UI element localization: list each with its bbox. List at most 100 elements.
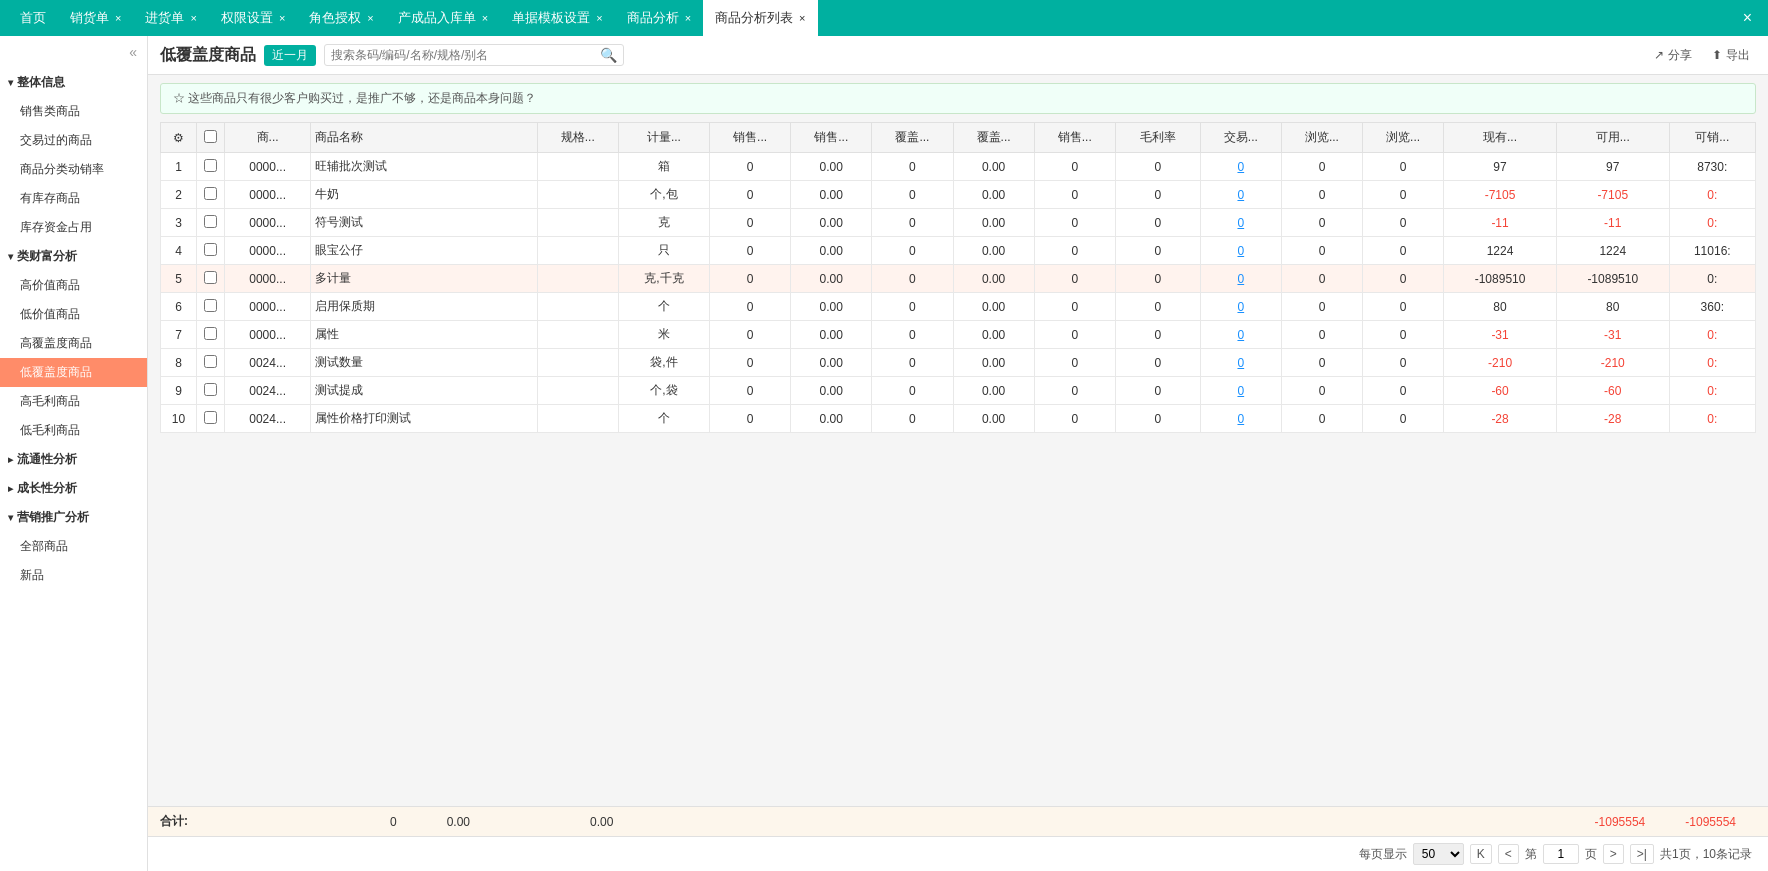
sidebar-section-wealth[interactable]: ▾ 类财富分析 <box>0 242 147 271</box>
sidebar-item-low-margin[interactable]: 低毛利商品 <box>0 416 147 445</box>
nav-product-analysis[interactable]: 商品分析 × <box>615 0 703 36</box>
sidebar-item-category-rate[interactable]: 商品分类动销率 <box>0 155 147 184</box>
row-checkbox[interactable] <box>197 349 225 377</box>
browse-link[interactable]: 0 <box>1237 356 1244 370</box>
sidebar-section-marketing[interactable]: ▾ 营销推广分析 <box>0 503 147 532</box>
browse-link[interactable]: 0 <box>1237 272 1244 286</box>
name-column-header[interactable]: 商品名称 <box>311 123 537 153</box>
spec-column-header[interactable]: 规格... <box>537 123 618 153</box>
footer-avail: -1095554 <box>1665 815 1756 829</box>
gross-column-header[interactable]: 毛利率 <box>1115 123 1200 153</box>
row-checkbox[interactable] <box>197 181 225 209</box>
nav-template-settings[interactable]: 单据模板设置 × <box>500 0 614 36</box>
row-sales2: 0.00 <box>791 209 872 237</box>
sidebar-item-all-goods[interactable]: 全部商品 <box>0 532 147 561</box>
nav-close-sales[interactable]: × <box>115 0 121 36</box>
nav-finished-goods[interactable]: 产成品入库单 × <box>386 0 500 36</box>
sidebar-item-new-goods[interactable]: 新品 <box>0 561 147 590</box>
sidebar-item-high-value[interactable]: 高价值商品 <box>0 271 147 300</box>
row-trade: 0 <box>1200 377 1281 405</box>
sellable-column-header[interactable]: 可销... <box>1669 123 1755 153</box>
sidebar-item-inventory-goods[interactable]: 有库存商品 <box>0 184 147 213</box>
browse-link[interactable]: 0 <box>1237 384 1244 398</box>
first-page-button[interactable]: K <box>1470 844 1492 864</box>
sidebar-item-low-value[interactable]: 低价值商品 <box>0 300 147 329</box>
browse1-column-header[interactable]: 浏览... <box>1281 123 1362 153</box>
row-checkbox[interactable] <box>197 321 225 349</box>
prev-page-button[interactable]: < <box>1498 844 1519 864</box>
code-column-header[interactable]: 商... <box>225 123 311 153</box>
next-page-button[interactable]: > <box>1603 844 1624 864</box>
row-browse1: 0 <box>1281 265 1362 293</box>
nav-home[interactable]: 首页 <box>8 0 58 36</box>
nav-close-permissions[interactable]: × <box>279 0 285 36</box>
time-filter-button[interactable]: 近一月 <box>264 45 316 66</box>
row-sellable: 0: <box>1669 209 1755 237</box>
row-checkbox[interactable] <box>197 237 225 265</box>
nav-permissions[interactable]: 权限设置 × <box>209 0 297 36</box>
sidebar-collapse-button[interactable]: « <box>125 40 141 64</box>
nav-close-role[interactable]: × <box>367 0 373 36</box>
row-spec <box>537 265 618 293</box>
trade-column-header[interactable]: 交易... <box>1200 123 1281 153</box>
row-checkbox[interactable] <box>197 209 225 237</box>
header-actions: ↗ 分享 ⬆ 导出 <box>1648 45 1756 66</box>
sidebar-item-sales-goods[interactable]: 销售类商品 <box>0 97 147 126</box>
export-button[interactable]: ⬆ 导出 <box>1706 45 1756 66</box>
page-input[interactable] <box>1543 844 1579 864</box>
sidebar-item-traded-goods[interactable]: 交易过的商品 <box>0 126 147 155</box>
sidebar-item-low-coverage[interactable]: 低覆盖度商品 <box>0 358 147 387</box>
row-name: 属性价格打印测试 <box>311 405 537 433</box>
row-unit: 克,千克 <box>618 265 709 293</box>
sales2-column-header[interactable]: 销售... <box>791 123 872 153</box>
row-checkbox[interactable] <box>197 293 225 321</box>
browse-link[interactable]: 0 <box>1237 188 1244 202</box>
browse-link[interactable]: 0 <box>1237 300 1244 314</box>
row-unit: 米 <box>618 321 709 349</box>
browse-link[interactable]: 0 <box>1237 244 1244 258</box>
browse-link[interactable]: 0 <box>1237 216 1244 230</box>
browse2-column-header[interactable]: 浏览... <box>1363 123 1444 153</box>
nav-purchase-order[interactable]: 进货单 × <box>133 0 208 36</box>
share-button[interactable]: ↗ 分享 <box>1648 45 1698 66</box>
sidebar-item-inventory-capital[interactable]: 库存资金占用 <box>0 213 147 242</box>
nav-close-purchase[interactable]: × <box>190 0 196 36</box>
row-trade: 0 <box>1200 209 1281 237</box>
sidebar-section-liquidity[interactable]: ▸ 流通性分析 <box>0 445 147 474</box>
footer-current: -1095554 <box>1575 815 1666 829</box>
nav-close-template[interactable]: × <box>596 0 602 36</box>
browse-link[interactable]: 0 <box>1237 328 1244 342</box>
row-checkbox[interactable] <box>197 265 225 293</box>
select-all-checkbox[interactable] <box>204 130 217 143</box>
row-browse2: 0 <box>1363 293 1444 321</box>
sidebar-section-overview[interactable]: ▾ 整体信息 <box>0 68 147 97</box>
nav-close-analysis[interactable]: × <box>685 0 691 36</box>
search-input[interactable] <box>331 48 600 62</box>
per-page-select[interactable]: 5020100200 <box>1413 843 1464 865</box>
row-cover1: 0 <box>872 265 953 293</box>
browse-link[interactable]: 0 <box>1237 412 1244 426</box>
nav-close-analysis-list[interactable]: × <box>799 0 805 36</box>
nav-product-analysis-list[interactable]: 商品分析列表 × <box>703 0 817 36</box>
row-browse1: 0 <box>1281 321 1362 349</box>
window-close-button[interactable]: × <box>1735 9 1760 27</box>
cover1-column-header[interactable]: 覆盖... <box>872 123 953 153</box>
nav-role-auth[interactable]: 角色授权 × <box>297 0 385 36</box>
current-column-header[interactable]: 现有... <box>1444 123 1557 153</box>
nav-close-finished[interactable]: × <box>482 0 488 36</box>
last-page-button[interactable]: >| <box>1630 844 1654 864</box>
row-checkbox[interactable] <box>197 405 225 433</box>
row-checkbox[interactable] <box>197 153 225 181</box>
cover2-column-header[interactable]: 覆盖... <box>953 123 1034 153</box>
row-checkbox[interactable] <box>197 377 225 405</box>
unit-column-header[interactable]: 计量... <box>618 123 709 153</box>
sidebar-item-high-coverage[interactable]: 高覆盖度商品 <box>0 329 147 358</box>
sidebar-section-growth[interactable]: ▸ 成长性分析 <box>0 474 147 503</box>
sales1-column-header[interactable]: 销售... <box>710 123 791 153</box>
avail-column-header[interactable]: 可用... <box>1556 123 1669 153</box>
settings-column-header[interactable]: ⚙ <box>161 123 197 153</box>
browse-link[interactable]: 0 <box>1237 160 1244 174</box>
sidebar-item-high-margin[interactable]: 高毛利商品 <box>0 387 147 416</box>
sales3-column-header[interactable]: 销售... <box>1034 123 1115 153</box>
nav-sales-order[interactable]: 销货单 × <box>58 0 133 36</box>
